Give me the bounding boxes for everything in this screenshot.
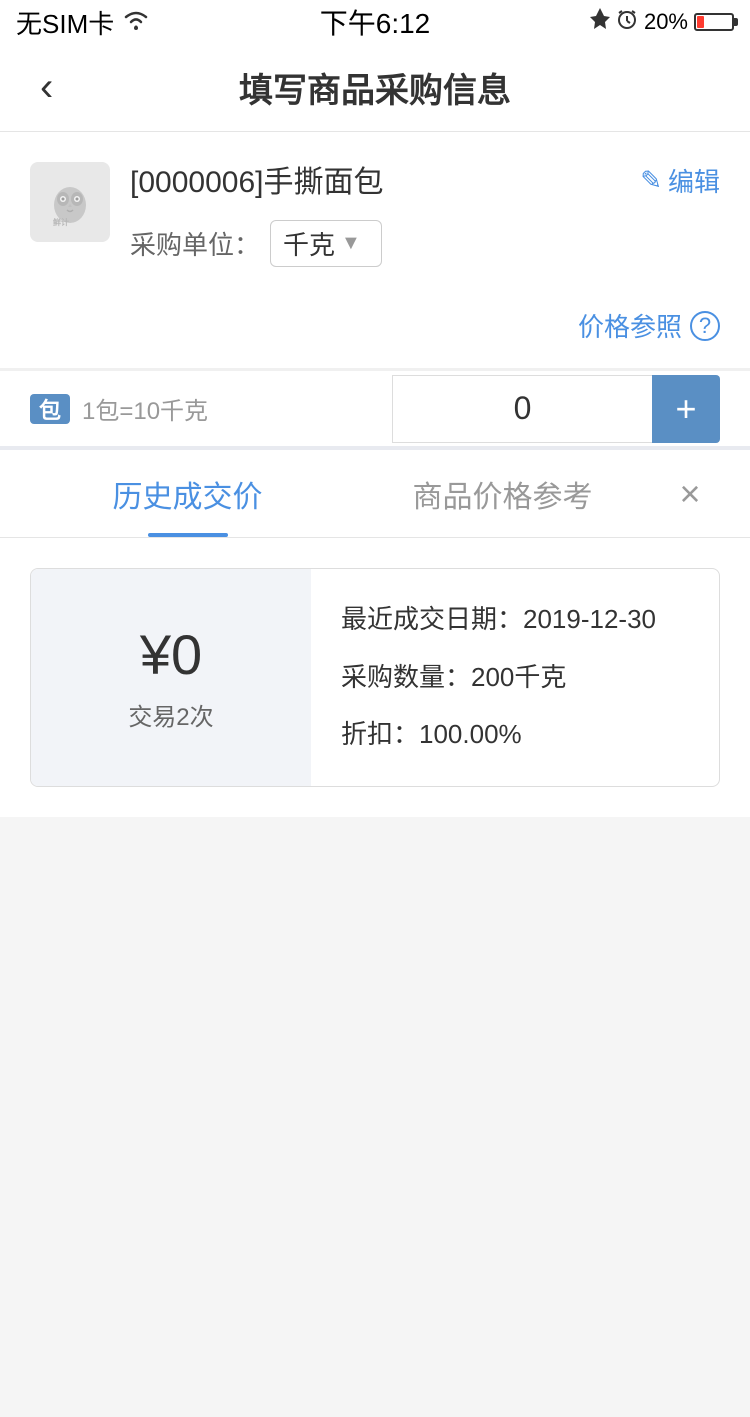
price-ref-label: 价格参照 bbox=[578, 307, 682, 344]
svg-text:鲜计: 鲜计 bbox=[53, 217, 69, 227]
quantity-input[interactable]: 0 bbox=[392, 375, 652, 443]
unit-value: 千克 bbox=[283, 225, 335, 262]
status-right: 20% bbox=[590, 8, 734, 36]
tab-history-underline bbox=[148, 533, 228, 537]
price-trades: 交易2次 bbox=[128, 697, 213, 732]
battery-icon bbox=[694, 13, 734, 31]
status-bar: 无SIM卡 下午6:12 20% bbox=[0, 0, 750, 44]
quantity-right: 0 + bbox=[392, 375, 720, 443]
edit-button[interactable]: ✎ 编辑 bbox=[640, 162, 720, 199]
price-value: ¥0 bbox=[140, 622, 202, 687]
tab-reference-label: 商品价格参考 bbox=[413, 472, 593, 516]
back-button[interactable]: ‹ bbox=[30, 55, 63, 120]
help-icon: ? bbox=[690, 311, 720, 341]
package-icon: 包 bbox=[30, 394, 70, 424]
price-reference-link[interactable]: 价格参照 ? bbox=[578, 307, 720, 344]
edit-icon: ✎ bbox=[640, 165, 662, 196]
recent-date-label: 最近成交日期： bbox=[341, 604, 523, 634]
product-header: 鲜计 [0000006]手撕面包 采购单位： 千克 ▼ ✎ 编辑 bbox=[30, 162, 720, 267]
tab-history-label: 历史成交价 bbox=[113, 472, 263, 516]
price-card-right: 最近成交日期：2019-12-30 采购数量：200千克 折扣：100.00% bbox=[311, 569, 719, 786]
main-background bbox=[0, 817, 750, 1417]
status-time: 下午6:12 bbox=[320, 2, 431, 42]
recent-date-row: 最近成交日期：2019-12-30 bbox=[341, 599, 689, 641]
unit-select[interactable]: 千克 ▼ bbox=[270, 220, 382, 267]
product-card: 鲜计 [0000006]手撕面包 采购单位： 千克 ▼ ✎ 编辑 价格参照 bbox=[0, 132, 750, 368]
discount-label: 折扣： bbox=[341, 719, 419, 749]
tab-history[interactable]: 历史成交价 bbox=[30, 450, 345, 537]
product-info: [0000006]手撕面包 采购单位： 千克 ▼ bbox=[130, 162, 640, 267]
price-amount: 0 bbox=[171, 623, 202, 686]
discount-row: 折扣：100.00% bbox=[341, 714, 689, 756]
status-left: 无SIM卡 bbox=[16, 4, 150, 41]
recent-date-value: 2019-12-30 bbox=[523, 604, 656, 634]
price-content: ¥0 交易2次 最近成交日期：2019-12-30 采购数量：200千克 折扣：… bbox=[0, 538, 750, 817]
tab-close-button[interactable]: × bbox=[660, 464, 720, 524]
quantity-value: 200千克 bbox=[471, 662, 566, 692]
tab-section: 历史成交价 商品价格参考 × ¥0 交易2次 最近成交日期：2019-12-30… bbox=[0, 450, 750, 817]
tab-reference[interactable]: 商品价格参考 bbox=[345, 450, 660, 537]
quantity-plus-button[interactable]: + bbox=[652, 375, 720, 443]
quantity-row: 采购数量：200千克 bbox=[341, 657, 689, 699]
quantity-label: 采购数量： bbox=[341, 662, 471, 692]
alarm-icon bbox=[616, 8, 638, 36]
quantity-left: 包 1包=10千克 bbox=[30, 391, 208, 426]
location-icon bbox=[590, 8, 610, 36]
carrier-text: 无SIM卡 bbox=[16, 4, 114, 41]
wifi-icon bbox=[122, 7, 150, 38]
product-thumbnail: 鲜计 bbox=[30, 162, 110, 242]
product-unit-row: 采购单位： 千克 ▼ bbox=[130, 220, 640, 267]
package-ratio: 1包=10千克 bbox=[82, 391, 208, 426]
quantity-section: 包 1包=10千克 0 + bbox=[0, 370, 750, 450]
page-title: 填写商品采购信息 bbox=[239, 63, 511, 112]
unit-label: 采购单位： bbox=[130, 225, 260, 262]
unit-dropdown-arrow: ▼ bbox=[341, 232, 361, 255]
product-left: 鲜计 [0000006]手撕面包 采购单位： 千克 ▼ bbox=[30, 162, 640, 267]
tab-bar: 历史成交价 商品价格参考 × bbox=[0, 450, 750, 538]
price-card: ¥0 交易2次 最近成交日期：2019-12-30 采购数量：200千克 折扣：… bbox=[30, 568, 720, 787]
price-card-left: ¥0 交易2次 bbox=[31, 569, 311, 786]
product-name: [0000006]手撕面包 bbox=[130, 162, 640, 204]
battery-percent: 20% bbox=[644, 9, 688, 35]
package-label: 包 bbox=[39, 393, 61, 425]
discount-value: 100.00% bbox=[419, 719, 522, 749]
edit-label: 编辑 bbox=[668, 162, 720, 199]
nav-bar: ‹ 填写商品采购信息 bbox=[0, 44, 750, 132]
price-currency: ¥ bbox=[140, 623, 171, 686]
